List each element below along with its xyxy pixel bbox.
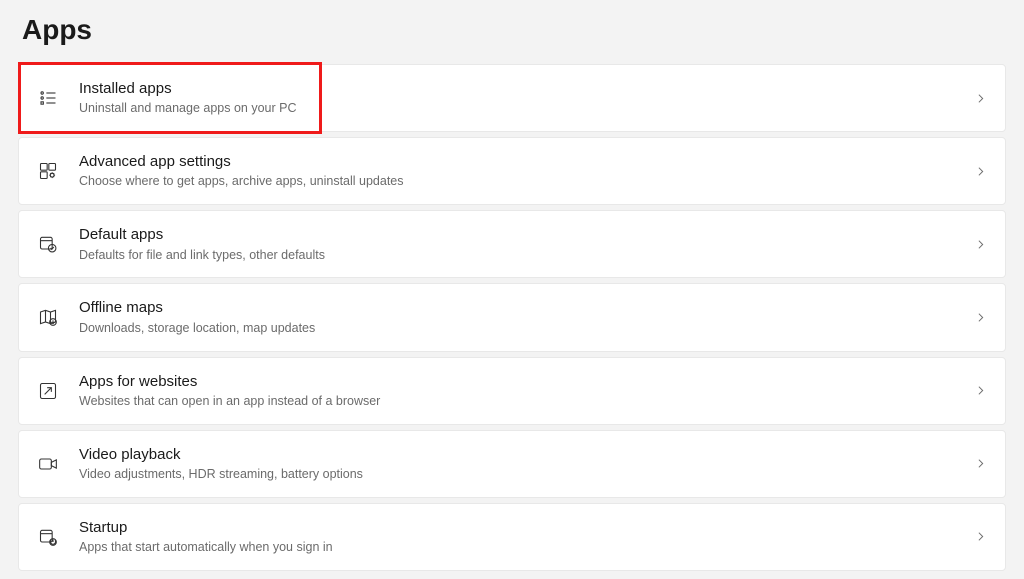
installed-apps-icon [37, 87, 59, 109]
settings-item-startup[interactable]: Startup Apps that start automatically wh… [18, 503, 1006, 571]
item-title: Default apps [79, 225, 974, 245]
item-text: Video playback Video adjustments, HDR st… [79, 445, 974, 483]
item-text: Advanced app settings Choose where to ge… [79, 152, 974, 190]
apps-for-websites-icon [37, 380, 59, 402]
item-desc: Choose where to get apps, archive apps, … [79, 173, 974, 190]
settings-item-video-playback[interactable]: Video playback Video adjustments, HDR st… [18, 430, 1006, 498]
chevron-right-icon [974, 238, 987, 251]
item-title: Offline maps [79, 298, 974, 318]
item-desc: Websites that can open in an app instead… [79, 393, 974, 410]
item-title: Startup [79, 518, 974, 538]
item-desc: Uninstall and manage apps on your PC [79, 100, 974, 117]
item-title: Advanced app settings [79, 152, 974, 172]
video-playback-icon [37, 453, 59, 475]
item-title: Video playback [79, 445, 974, 465]
item-title: Installed apps [79, 79, 974, 99]
offline-maps-icon [37, 306, 59, 328]
settings-item-offline-maps[interactable]: Offline maps Downloads, storage location… [18, 283, 1006, 351]
chevron-right-icon [974, 165, 987, 178]
item-desc: Downloads, storage location, map updates [79, 320, 974, 337]
item-text: Default apps Defaults for file and link … [79, 225, 974, 263]
chevron-right-icon [974, 311, 987, 324]
item-text: Installed apps Uninstall and manage apps… [79, 79, 974, 117]
chevron-right-icon [974, 457, 987, 470]
item-text: Apps for websites Websites that can open… [79, 372, 974, 410]
page-title: Apps [18, 0, 1006, 64]
chevron-right-icon [974, 530, 987, 543]
settings-item-apps-for-websites[interactable]: Apps for websites Websites that can open… [18, 357, 1006, 425]
default-apps-icon [37, 233, 59, 255]
chevron-right-icon [974, 384, 987, 397]
settings-item-installed-apps[interactable]: Installed apps Uninstall and manage apps… [18, 64, 1006, 132]
item-desc: Apps that start automatically when you s… [79, 539, 974, 556]
item-text: Startup Apps that start automatically wh… [79, 518, 974, 556]
item-desc: Defaults for file and link types, other … [79, 247, 974, 264]
startup-icon [37, 526, 59, 548]
advanced-app-settings-icon [37, 160, 59, 182]
item-title: Apps for websites [79, 372, 974, 392]
settings-item-default-apps[interactable]: Default apps Defaults for file and link … [18, 210, 1006, 278]
chevron-right-icon [974, 92, 987, 105]
item-desc: Video adjustments, HDR streaming, batter… [79, 466, 974, 483]
settings-item-advanced-app-settings[interactable]: Advanced app settings Choose where to ge… [18, 137, 1006, 205]
item-text: Offline maps Downloads, storage location… [79, 298, 974, 336]
settings-list: Installed apps Uninstall and manage apps… [18, 64, 1006, 571]
